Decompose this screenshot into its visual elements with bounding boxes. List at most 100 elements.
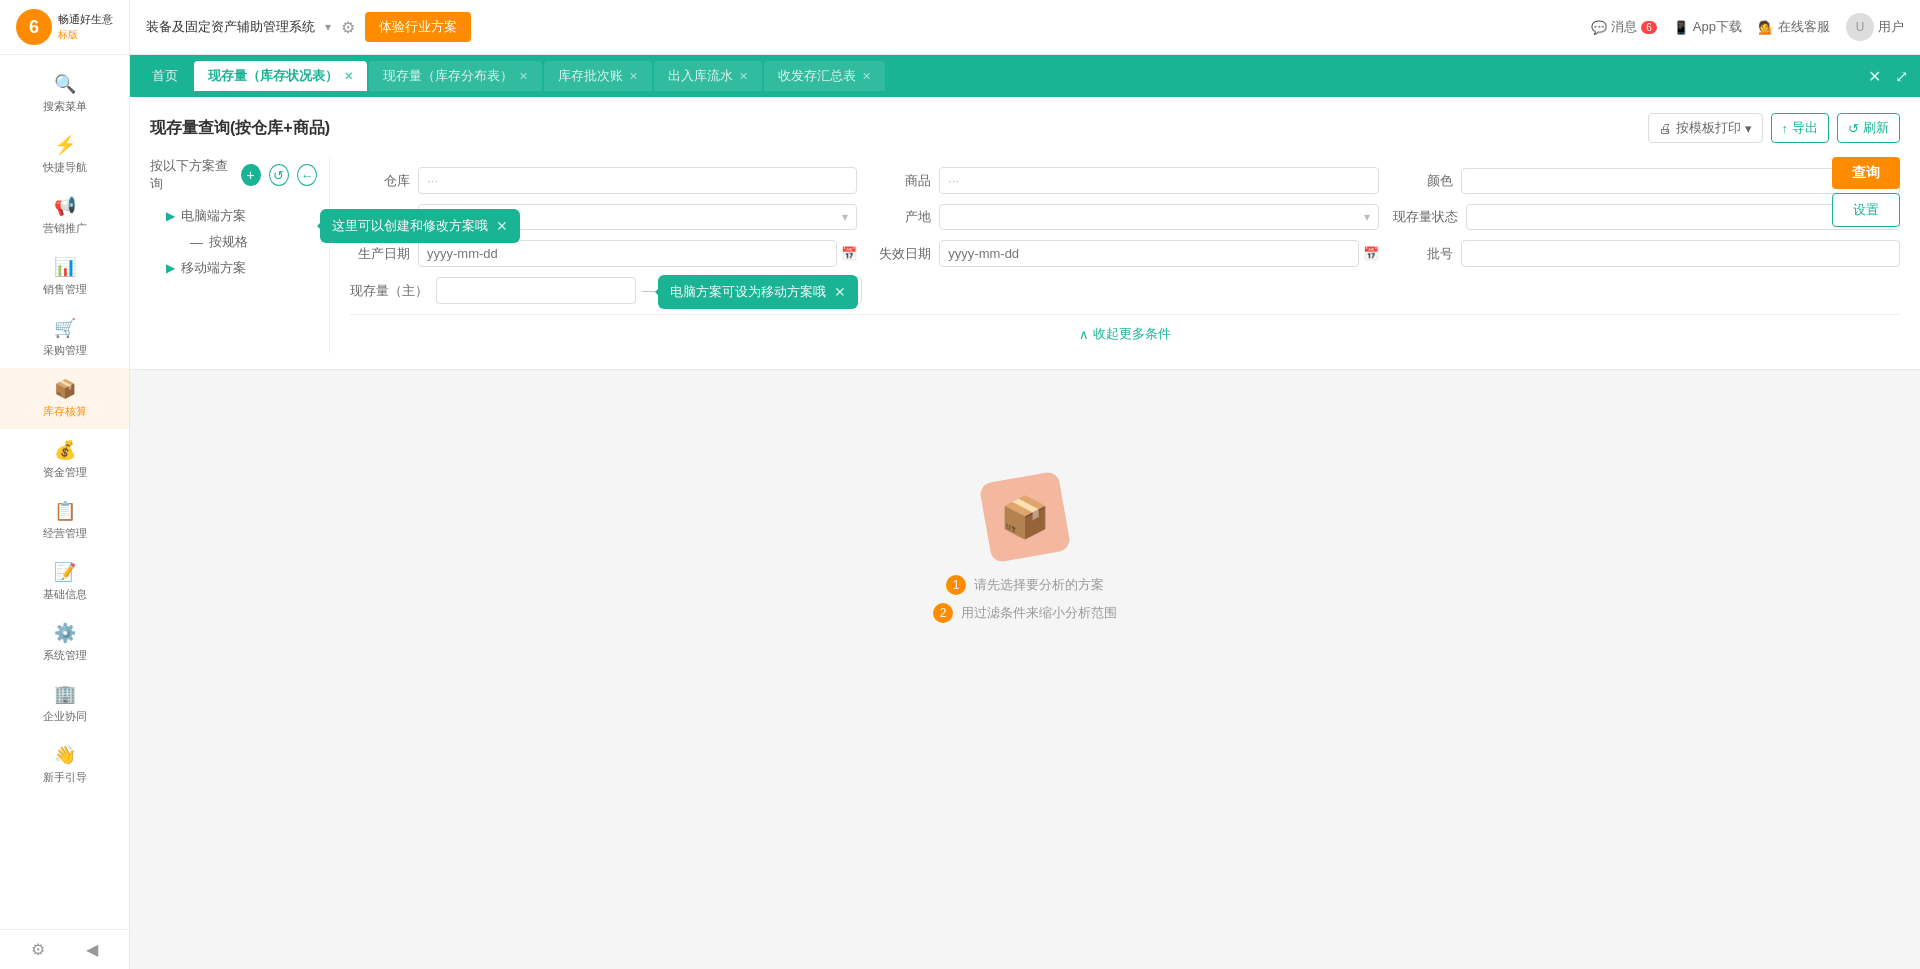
sidebar-item-marketing[interactable]: 📢 营销推广 [0,185,129,246]
sidebar-collapse-btn[interactable]: ◀ [86,940,98,959]
tab-home[interactable]: 首页 [138,61,192,91]
warehouse-dots: ··· [427,173,438,188]
sidebar-item-inventory[interactable]: 📦 库存核算 [0,368,129,429]
filter-rows: 仓库 ··· 商品 ··· [350,167,1900,304]
tree-sub-label: 按规格 [209,233,248,251]
expire-date-icon[interactable]: 📅 [1363,246,1379,261]
header-left: 装备及固定资产辅助管理系统 ▾ ⚙ 体验行业方案 [146,12,471,42]
tab-receive-summary[interactable]: 收发存汇总表 ✕ [764,61,885,91]
empty-step-1: 1 请先选择要分析的方案 [946,575,1104,595]
filter-item-stock-status: 现存量状态 ▾ [1393,204,1900,230]
goods-control[interactable]: ··· [939,167,1378,194]
tab-inventory-status-label: 现存量（库存状况表） [208,67,338,85]
sidebar-item-system[interactable]: ⚙️ 系统管理 [0,612,129,673]
filter-row-1: 仓库 ··· 商品 ··· [350,167,1900,194]
message-btn[interactable]: 💬 消息 6 [1591,18,1657,36]
message-badge: 6 [1641,21,1657,34]
empty-icon-box: 📦 [979,471,1072,564]
btn-template-print[interactable]: 🖨 按模板打印 ▾ [1648,113,1763,143]
tab-inventory-dist-close[interactable]: ✕ [519,70,528,83]
tooltip1-text: 电脑方案可设为移动方案哦 [670,283,826,301]
sidebar-settings-btn[interactable]: ⚙ [31,940,45,959]
sidebar-item-enterprise[interactable]: 🏢 企业协同 [0,673,129,734]
sidebar-logo: 6 畅通好生意 标版 [0,0,129,55]
tab-receive-summary-close[interactable]: ✕ [862,70,871,83]
page-actions: 🖨 按模板打印 ▾ ↑ 导出 ↺ 刷新 [1648,113,1901,143]
tab-inventory-status[interactable]: 现存量（库存状况表） ✕ [194,61,367,91]
tree-sub-item-1[interactable]: — 按规格 [174,229,317,255]
search-add-btn[interactable]: + [241,164,261,186]
expire-date-input[interactable] [939,240,1358,267]
sidebar: 6 畅通好生意 标版 🔍 搜索菜单 ⚡ 快捷导航 📢 营销推广 📊 销售管理 🛒… [0,0,130,969]
online-service-btn[interactable]: 💁 在线客服 [1758,18,1830,36]
tree-item-pc[interactable]: ▶ 电脑端方案 [150,203,317,229]
header-dropdown-icon[interactable]: ▾ [325,20,331,34]
sidebar-item-purchase[interactable]: 🛒 采购管理 [0,307,129,368]
sidebar-item-sales[interactable]: 📊 销售管理 [0,246,129,307]
prod-date-control: 📅 [418,240,857,267]
system-name: 装备及固定资产辅助管理系统 [146,18,315,36]
basic-icon: 📝 [54,561,76,583]
marketing-icon: 📢 [54,195,76,217]
warehouse-control[interactable]: ··· [418,167,857,194]
btn-export[interactable]: ↑ 导出 [1771,113,1830,143]
step-1-circle: 1 [946,575,966,595]
sidebar-item-quick-nav[interactable]: ⚡ 快捷导航 [0,124,129,185]
header-settings-icon[interactable]: ⚙ [341,18,355,37]
tab-inventory-status-close[interactable]: ✕ [344,70,353,83]
sidebar-item-basic[interactable]: 📝 基础信息 [0,551,129,612]
expire-date-control: 📅 [939,240,1378,267]
empty-face-icon: 📦 [1000,494,1050,541]
prod-date-icon[interactable]: 📅 [841,246,857,261]
tab-close-all-btn[interactable]: ✕ [1864,63,1885,90]
search-reload-btn[interactable]: ↺ [269,164,289,186]
tooltip2-text: 这里可以创建和修改方案哦 [332,217,488,235]
btn-industry[interactable]: 体验行业方案 [365,12,471,42]
page-content: 现存量查询(按仓库+商品) 🖨 按模板打印 ▾ ↑ 导出 ↺ 刷新 [130,97,1920,969]
tab-inout-flow-close[interactable]: ✕ [739,70,748,83]
tab-inventory-dist[interactable]: 现存量（库存分布表） ✕ [369,61,542,91]
app-download-btn[interactable]: 📱 App下载 [1673,18,1742,36]
tab-expand-btn[interactable]: ⤢ [1891,63,1912,90]
quick-nav-icon: ⚡ [54,134,76,156]
filter-row-3: 生产日期 📅 失效日期 [350,240,1900,267]
tree-label-pc: 电脑端方案 [181,207,246,225]
filter-item-expire-date: 失效日期 📅 [871,240,1378,267]
main-area: 装备及固定资产辅助管理系统 ▾ ⚙ 体验行业方案 💬 消息 6 📱 App下载 … [130,0,1920,969]
tab-batch-account-label: 库存批次账 [558,67,623,85]
collapse-btn[interactable]: ∧ 收起更多条件 [350,314,1900,353]
tab-batch-account[interactable]: 库存批次账 ✕ [544,61,652,91]
logo-icon: 6 [16,9,52,45]
sidebar-item-operations[interactable]: 📋 经营管理 [0,490,129,551]
prod-date-label: 生产日期 [350,245,410,263]
search-back-btn[interactable]: ← [297,164,317,186]
btn-refresh[interactable]: ↺ 刷新 [1837,113,1900,143]
enterprise-icon: 🏢 [54,683,76,705]
operations-icon: 📋 [54,500,76,522]
origin-control[interactable]: ▾ [939,204,1378,230]
btn-search[interactable]: 查询 [1832,157,1900,189]
btn-set[interactable]: 设置 [1832,193,1900,227]
batch-label: 批号 [1393,245,1453,263]
sidebar-item-search-menu[interactable]: 🔍 搜索菜单 [0,63,129,124]
expire-date-label: 失效日期 [871,245,931,263]
sidebar-item-finance[interactable]: 💰 资金管理 [0,429,129,490]
tab-bar: 首页 现存量（库存状况表） ✕ 现存量（库存分布表） ✕ 库存批次账 ✕ 出入库… [130,55,1920,97]
inventory-icon: 📦 [54,378,76,400]
collapse-label: 收起更多条件 [1093,326,1171,341]
tree-label-mobile: 移动端方案 [181,259,246,277]
sidebar-item-guide[interactable]: 👋 新手引导 [0,734,129,795]
tree-arrow-mobile: ▶ [166,261,175,275]
scheme-tree: 按以下方案查询 + ↺ ← ▶ 电脑端方案 [150,157,330,353]
stock-qty-min[interactable] [436,277,636,304]
tooltip2-close[interactable]: ✕ [496,218,508,234]
tab-inout-flow[interactable]: 出入库流水 ✕ [654,61,762,91]
batch-input[interactable] [1461,240,1900,267]
user-btn[interactable]: U 用户 [1846,13,1904,41]
tab-inout-flow-label: 出入库流水 [668,67,733,85]
prod-date-input[interactable] [418,240,837,267]
tooltip1-close[interactable]: ✕ [834,284,846,300]
print-icon: 🖨 [1659,121,1672,136]
tab-batch-account-close[interactable]: ✕ [629,70,638,83]
tree-item-mobile[interactable]: ▶ 移动端方案 [150,255,317,281]
